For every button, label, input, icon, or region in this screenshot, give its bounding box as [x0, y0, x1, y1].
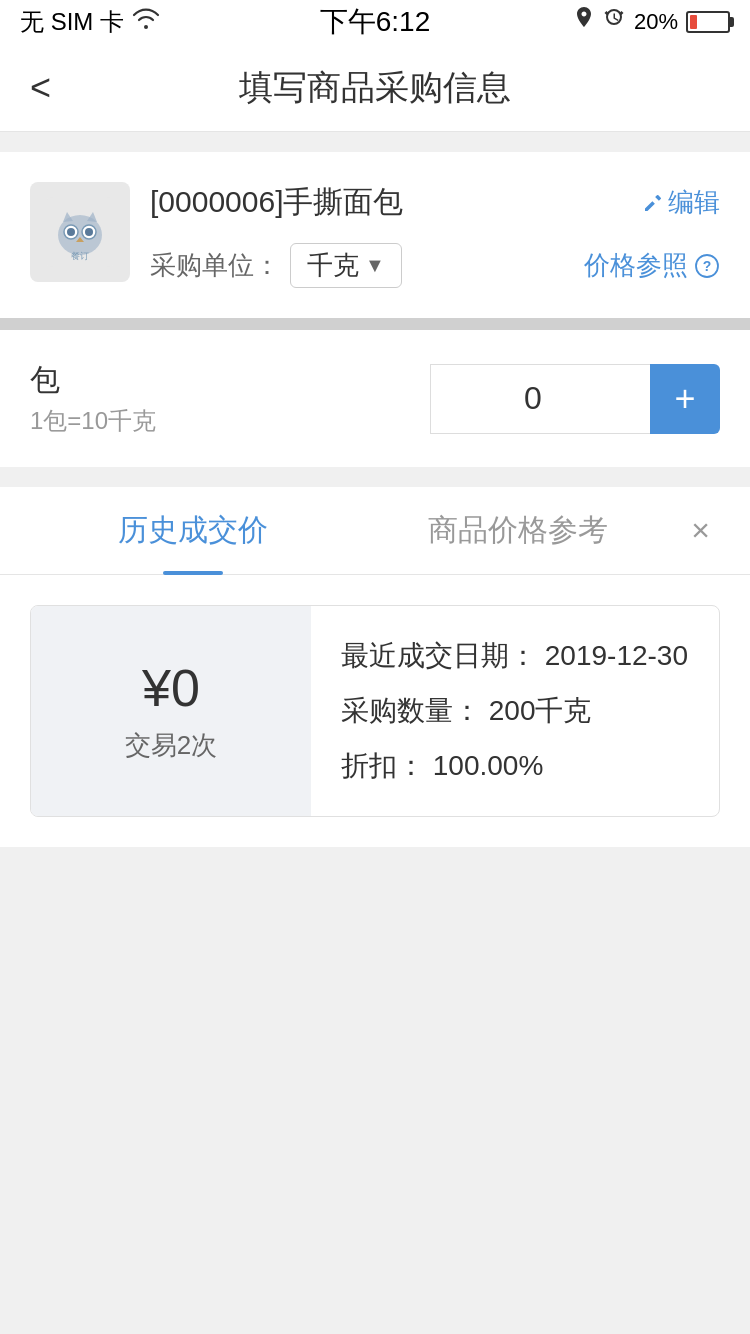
edit-icon — [642, 192, 664, 214]
unit-label: 采购单位： 千克 ▼ — [150, 243, 402, 288]
product-image: 餐订 — [30, 182, 130, 282]
unit-select-dropdown[interactable]: 千克 ▼ — [290, 243, 402, 288]
history-discount-row: 折扣： 100.00% — [341, 746, 689, 785]
location-icon — [574, 7, 594, 37]
status-right: 20% — [574, 7, 730, 37]
main-background — [0, 847, 750, 1334]
battery-icon-container — [686, 11, 730, 33]
history-transaction-count: 交易2次 — [125, 728, 217, 763]
product-title-row: [0000006]手撕面包 编辑 — [150, 182, 720, 223]
quantity-unit-label: 包 — [30, 360, 156, 401]
status-bar: 无 SIM 卡 下午6:12 20% — [0, 0, 750, 44]
battery-icon — [686, 11, 730, 33]
help-icon: ? — [694, 253, 720, 279]
status-left: 无 SIM 卡 — [20, 6, 160, 38]
quantity-plus-button[interactable]: + — [650, 364, 720, 434]
purchase-qty-label: 采购数量： — [341, 695, 481, 726]
quantity-conversion-note: 1包=10千克 — [30, 405, 156, 437]
discount-label: 折扣： — [341, 750, 425, 781]
svg-point-4 — [67, 228, 75, 236]
quantity-row: 包 1包=10千克 + — [0, 330, 750, 467]
selected-unit: 千克 — [307, 248, 359, 283]
history-price-right: 最近成交日期： 2019-12-30 采购数量： 200千克 折扣： 100.0… — [311, 606, 719, 816]
product-unit-row: 采购单位： 千克 ▼ 价格参照 ? — [150, 243, 720, 288]
svg-point-5 — [85, 228, 93, 236]
svg-text:餐订: 餐订 — [71, 251, 89, 261]
product-logo: 餐订 — [45, 197, 115, 267]
quantity-input[interactable] — [430, 364, 650, 434]
price-reference-button[interactable]: 价格参照 ? — [584, 248, 720, 283]
wifi-icon — [132, 8, 160, 36]
quantity-input-group: + — [430, 364, 720, 434]
page-title: 填写商品采购信息 — [239, 65, 511, 111]
recent-date-value: 2019-12-30 — [545, 640, 688, 671]
tab-close-button[interactable]: × — [681, 502, 720, 559]
product-name: [0000006]手撕面包 — [150, 182, 403, 223]
dropdown-arrow-icon: ▼ — [365, 254, 385, 277]
product-header: 餐订 [0000006]手撕面包 编辑 采购单位： 千克 ▼ — [30, 182, 720, 288]
product-info: [0000006]手撕面包 编辑 采购单位： 千克 ▼ 价格 — [150, 182, 720, 288]
purchase-qty-value: 200千克 — [489, 695, 592, 726]
svg-text:?: ? — [703, 258, 712, 274]
history-recent-date-row: 最近成交日期： 2019-12-30 — [341, 636, 689, 675]
history-price-card: ¥0 交易2次 最近成交日期： 2019-12-30 采购数量： 200千克 折… — [30, 605, 720, 817]
history-price-left: ¥0 交易2次 — [31, 606, 311, 816]
alarm-icon — [602, 7, 626, 37]
edit-button[interactable]: 编辑 — [642, 185, 720, 220]
product-card: 餐订 [0000006]手撕面包 编辑 采购单位： 千克 ▼ — [0, 152, 750, 318]
tab-product-price-ref[interactable]: 商品价格参考 — [356, 487, 682, 575]
carrier-text: 无 SIM 卡 — [20, 6, 124, 38]
recent-date-label: 最近成交日期： — [341, 640, 537, 671]
quantity-label-group: 包 1包=10千克 — [30, 360, 156, 437]
back-button[interactable]: < — [30, 67, 51, 109]
status-time: 下午6:12 — [320, 3, 431, 41]
tabs-header: 历史成交价 商品价格参考 × — [0, 487, 750, 575]
nav-bar: < 填写商品采购信息 — [0, 44, 750, 132]
discount-value: 100.00% — [433, 750, 544, 781]
tabs-panel: 历史成交价 商品价格参考 × ¥0 交易2次 最近成交日期： 2019-12-3… — [0, 487, 750, 847]
history-purchase-qty-row: 采购数量： 200千克 — [341, 691, 689, 730]
battery-percentage: 20% — [634, 9, 678, 35]
battery-fill — [690, 15, 697, 29]
section-divider — [0, 318, 750, 330]
tab-content-history: ¥0 交易2次 最近成交日期： 2019-12-30 采购数量： 200千克 折… — [0, 575, 750, 847]
tab-history-price[interactable]: 历史成交价 — [30, 487, 356, 575]
history-price-value: ¥0 — [142, 658, 200, 718]
